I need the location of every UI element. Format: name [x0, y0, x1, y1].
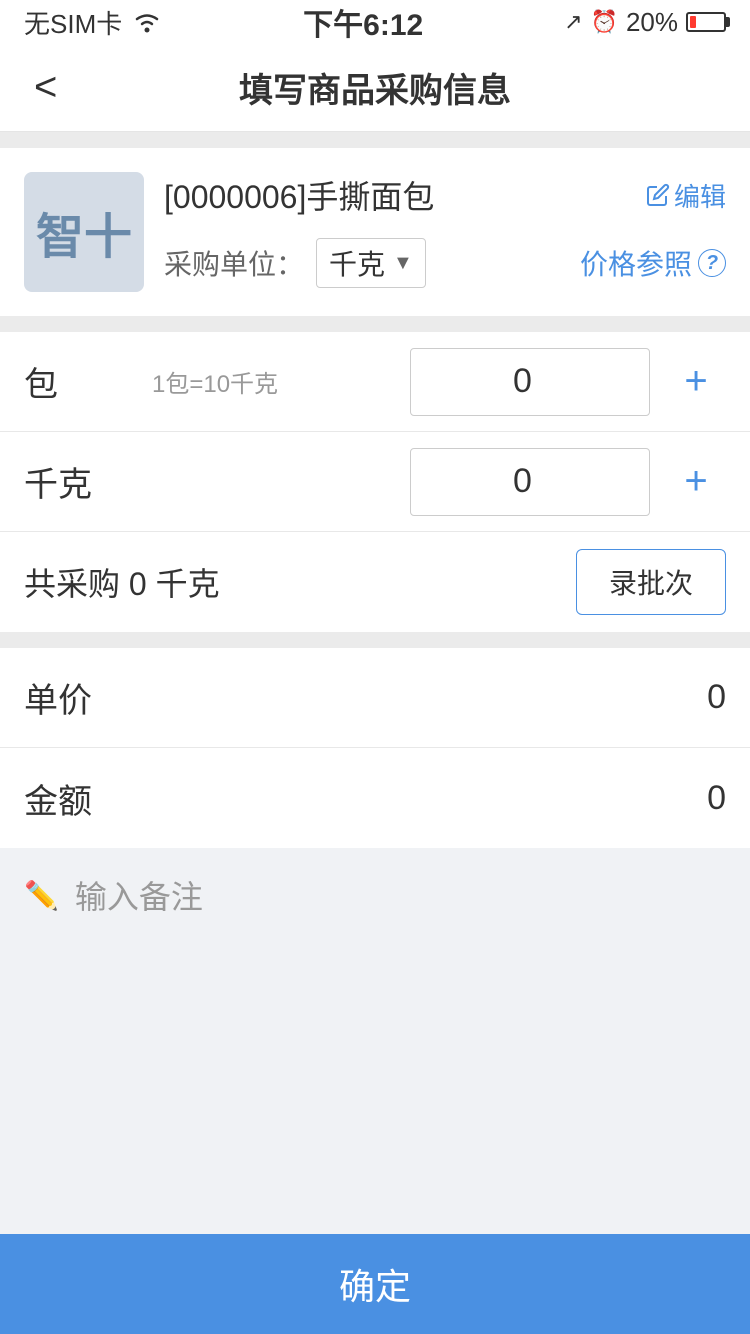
unit-select[interactable]: 千克 ▼	[316, 238, 426, 288]
bag-input-right: +	[410, 348, 726, 416]
product-name-row: [0000006]手撕面包 编辑	[164, 172, 726, 218]
edit-button[interactable]: 编辑	[646, 177, 726, 214]
price-ref-button[interactable]: 价格参照 ?	[580, 243, 726, 283]
bag-plus-button[interactable]: +	[666, 352, 726, 412]
unit-label: 采购单位：	[164, 243, 304, 283]
pencil-icon: ✏️	[24, 879, 59, 912]
unit-price-label: 单价	[24, 673, 92, 722]
unit-value: 千克	[329, 243, 385, 283]
unit-price-value: 0	[707, 678, 726, 717]
signal-icon: ↗	[564, 9, 582, 35]
summary-row: 共采购 0 千克 录批次	[0, 532, 750, 632]
kg-label: 千克	[24, 457, 144, 506]
input-section: 包 1包=10千克 + 千克 +	[0, 332, 750, 532]
status-time: 下午6:12	[303, 0, 423, 44]
kg-plus-button[interactable]: +	[666, 452, 726, 512]
confirm-label: 确定	[339, 1258, 411, 1310]
summary-divider	[0, 632, 750, 648]
top-divider	[0, 132, 750, 148]
confirm-button[interactable]: 确定	[0, 1234, 750, 1334]
amount-row: 金额 0	[0, 748, 750, 848]
price-ref-label: 价格参照	[580, 243, 692, 283]
unit-row: 采购单位： 千克 ▼ 价格参照 ?	[164, 238, 726, 288]
battery-percent: 20%	[626, 7, 678, 38]
amount-label: 金额	[24, 774, 92, 823]
kg-input-right: +	[410, 448, 726, 516]
logo-text: 智十	[36, 197, 132, 267]
status-left: 无SIM卡	[24, 4, 162, 41]
back-button[interactable]: <	[24, 55, 67, 120]
kg-input-row: 千克 +	[0, 432, 750, 532]
bag-quantity-input[interactable]	[410, 348, 650, 416]
kg-quantity-input[interactable]	[410, 448, 650, 516]
status-right: ↗ ⏰ 20%	[564, 7, 726, 38]
bag-sub-label: 1包=10千克	[152, 364, 278, 399]
wifi-icon	[132, 11, 162, 33]
edit-icon	[646, 183, 670, 207]
battery-icon	[686, 12, 726, 32]
help-icon: ?	[698, 249, 726, 277]
remark-placeholder: 输入备注	[75, 872, 203, 918]
alarm-icon: ⏰	[591, 9, 618, 35]
remark-section[interactable]: ✏️ 输入备注	[0, 848, 750, 942]
product-name: [0000006]手撕面包	[164, 172, 434, 218]
record-batch-button[interactable]: 录批次	[576, 549, 726, 615]
summary-text: 共采购 0 千克	[24, 559, 220, 605]
product-info: [0000006]手撕面包 编辑 采购单位： 千克 ▼	[164, 172, 726, 288]
nav-bar: < 填写商品采购信息	[0, 44, 750, 132]
page-title: 填写商品采购信息	[239, 63, 511, 112]
status-bar: 无SIM卡 下午6:12 ↗ ⏰ 20%	[0, 0, 750, 44]
product-card: 智十 [0000006]手撕面包 编辑 采购单位：	[0, 148, 750, 316]
empty-space	[0, 942, 750, 1234]
bag-input-row: 包 1包=10千克 +	[0, 332, 750, 432]
amount-value: 0	[707, 779, 726, 818]
price-section: 单价 0 金额 0	[0, 648, 750, 848]
edit-label: 编辑	[674, 177, 726, 214]
dropdown-icon: ▼	[393, 252, 413, 275]
product-image: 智十	[24, 172, 144, 292]
bag-label: 包	[24, 357, 144, 406]
middle-divider	[0, 316, 750, 332]
unit-price-row: 单价 0	[0, 648, 750, 748]
carrier-text: 无SIM卡	[24, 4, 122, 41]
